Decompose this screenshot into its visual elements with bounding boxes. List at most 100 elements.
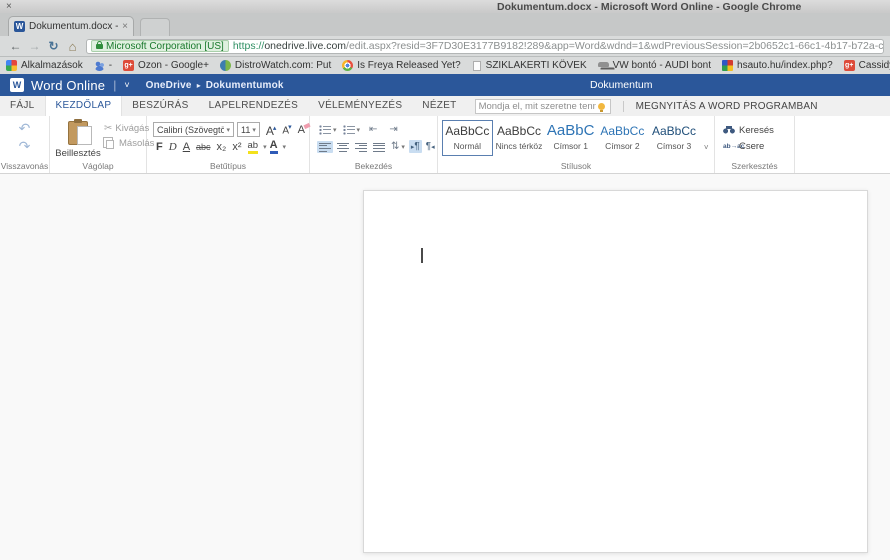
- browser-window: × Dokumentum.docx - Microsoft Word Onlin…: [0, 0, 890, 560]
- bookmark-item[interactable]: DistroWatch.com: Put: [219, 60, 331, 71]
- document-page[interactable]: [363, 190, 868, 553]
- tab-title: Dokumentum.docx - Micr: [29, 21, 119, 32]
- back-button[interactable]: ←: [6, 39, 25, 53]
- bookmark-apps[interactable]: Alkalmazások: [6, 60, 83, 71]
- apps-grid-icon: [6, 60, 17, 71]
- numbered-list-icon: [342, 124, 355, 135]
- undo-button[interactable]: ↶: [19, 119, 31, 137]
- tab-fajl[interactable]: FÁJL: [0, 96, 45, 116]
- align-left-button[interactable]: [317, 140, 333, 153]
- styles-gallery-expand-button[interactable]: ˅: [700, 120, 712, 156]
- group-label: Vágólap: [82, 161, 114, 171]
- style-no-spacing[interactable]: AaBbCc Nincs térköz: [494, 120, 545, 156]
- breadcrumb-folder[interactable]: Dokumentumok: [206, 80, 284, 91]
- font-name-select[interactable]: Calibri (Szövegtör: ▾: [153, 122, 234, 137]
- style-normal[interactable]: AaBbCc Normál: [442, 120, 493, 156]
- tab-close-icon[interactable]: ×: [122, 21, 128, 32]
- dropdown-icon: ▾: [252, 126, 256, 134]
- subscript-button[interactable]: x₂: [217, 140, 227, 154]
- style-name: Nincs térköz: [495, 141, 543, 151]
- redo-button[interactable]: ↷: [19, 137, 31, 155]
- bookmark-item[interactable]: g+ Ozon - Google+: [123, 60, 209, 71]
- align-right-button[interactable]: [353, 141, 369, 153]
- binoculars-icon: [723, 126, 735, 134]
- dropdown-icon[interactable]: ▾: [283, 143, 287, 151]
- align-right-icon: [355, 141, 367, 152]
- bullet-list-button[interactable]: ▾: [317, 124, 339, 136]
- tell-me-input[interactable]: [478, 100, 596, 112]
- font-color-button[interactable]: A: [269, 139, 278, 154]
- tab-lapelrendezes[interactable]: LAPELRENDEZÉS: [199, 96, 309, 116]
- numbered-list-button[interactable]: ▾: [341, 124, 363, 136]
- breadcrumb-onedrive[interactable]: OneDrive: [146, 80, 192, 91]
- bookmark-label: Is Freya Released Yet?: [357, 60, 461, 71]
- ev-certificate-badge[interactable]: Microsoft Corporation [US]: [91, 40, 229, 52]
- grow-font-button[interactable]: A▴: [266, 122, 277, 138]
- tab-strip: W Dokumentum.docx - Micr ×: [0, 13, 890, 36]
- tab-velemenyezes[interactable]: VÉLEMÉNYEZÉS: [308, 96, 412, 116]
- decrease-indent-button[interactable]: ⇤: [364, 123, 382, 136]
- chevron-down-icon[interactable]: ˅: [124, 80, 129, 90]
- outdent-icon: ⇤: [369, 124, 378, 135]
- window-close-button[interactable]: ×: [6, 1, 12, 12]
- freya-site-icon: [342, 60, 354, 71]
- ribbon-empty-area: [795, 116, 890, 173]
- find-button[interactable]: Keresés: [723, 122, 794, 138]
- dropdown-icon[interactable]: ▾: [263, 143, 267, 151]
- ltr-paragraph-button[interactable]: ▸ ¶: [408, 140, 422, 153]
- ev-badge-label: Microsoft Corporation [US]: [106, 40, 224, 52]
- clear-formatting-button[interactable]: A: [298, 123, 305, 137]
- address-bar[interactable]: Microsoft Corporation [US] https://onedr…: [86, 38, 884, 54]
- bookmark-label: SZIKLAKERTI KÖVEK: [485, 60, 587, 71]
- italic-button[interactable]: D: [169, 140, 177, 154]
- tell-me-search[interactable]: [474, 98, 611, 114]
- forward-button[interactable]: →: [25, 39, 44, 53]
- browser-tab[interactable]: W Dokumentum.docx - Micr ×: [8, 16, 134, 36]
- rtl-paragraph-button[interactable]: ¶ ◂: [424, 140, 437, 153]
- replace-label: Csere: [739, 140, 765, 152]
- bookmark-item[interactable]: Is Freya Released Yet?: [342, 60, 461, 71]
- bookmark-item[interactable]: SZIKLAKERTI KÖVEK: [472, 60, 587, 71]
- home-button[interactable]: ⌂: [63, 39, 82, 54]
- underline-button[interactable]: A: [183, 140, 190, 154]
- tab-beszuras[interactable]: BESZÚRÁS: [122, 96, 198, 116]
- increase-indent-button[interactable]: ⇥: [384, 123, 402, 136]
- paste-button[interactable]: Beillesztés: [55, 119, 101, 159]
- style-sample: AaBbCc: [445, 124, 490, 138]
- align-center-button[interactable]: [335, 141, 351, 153]
- open-in-word-button[interactable]: MEGNYITÁS A WORD PROGRAMBAN: [622, 100, 818, 112]
- bookmark-label: Ozon - Google+: [138, 60, 209, 71]
- font-size-select[interactable]: 11 ▾: [237, 122, 260, 137]
- shrink-font-button[interactable]: A▾: [282, 121, 291, 138]
- tab-nezet[interactable]: NÉZET: [412, 96, 466, 116]
- font-group: Calibri (Szövegtör: ▾ 11 ▾ A▴ A▾ A F D A…: [147, 116, 310, 173]
- bookmark-item[interactable]: hsauto.hu/index.php?: [722, 60, 833, 71]
- highlight-color-button[interactable]: ab: [247, 140, 259, 154]
- bookmark-item[interactable]: -: [93, 60, 112, 71]
- paste-label: Beillesztés: [55, 148, 101, 159]
- document-name[interactable]: Dokumentum: [590, 74, 652, 96]
- style-name: Normál: [453, 141, 482, 151]
- bookmark-item[interactable]: g+ Cassidy James - Googl: [843, 60, 890, 71]
- group-label: Betűtípus: [210, 161, 246, 171]
- superscript-button[interactable]: x²: [232, 140, 241, 154]
- reload-button[interactable]: ↻: [44, 39, 63, 53]
- strikethrough-button[interactable]: abc: [196, 140, 211, 154]
- bookmark-item[interactable]: VW bontó - AUDI bont: [597, 60, 711, 71]
- new-tab-button[interactable]: [140, 18, 170, 36]
- style-heading3[interactable]: AaBbCc Címsor 3: [649, 120, 700, 156]
- url-scheme: https://: [232, 40, 265, 52]
- bold-button[interactable]: F: [156, 140, 163, 154]
- page-icon: [472, 60, 481, 71]
- group-label: Szerkesztés: [731, 161, 778, 171]
- style-heading2[interactable]: AaBbCc Címsor 2: [597, 120, 648, 156]
- indent-icon: ⇥: [389, 124, 398, 135]
- line-spacing-button[interactable]: ⇅ ▾: [389, 140, 407, 153]
- group-label: Visszavonás: [0, 161, 49, 171]
- url-text: https://onedrive.live.com/edit.aspx?resi…: [232, 40, 884, 52]
- url-path: /edit.aspx?resid=3F7D30E3177B9182!289&ap…: [346, 40, 884, 52]
- style-heading1[interactable]: AaBbC Címsor 1: [545, 120, 596, 156]
- tab-kezdolap[interactable]: KEZDŐLAP: [44, 96, 123, 116]
- replace-button[interactable]: ab→ac Csere: [723, 138, 794, 154]
- justify-button[interactable]: [371, 141, 387, 153]
